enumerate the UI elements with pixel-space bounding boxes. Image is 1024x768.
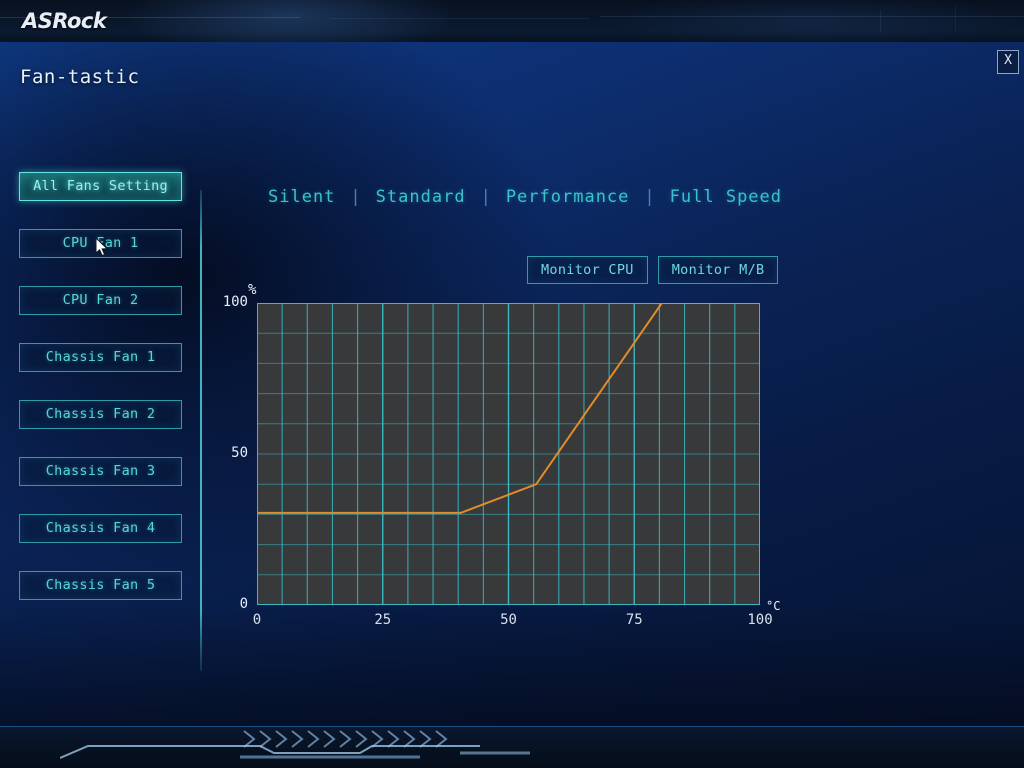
mouse-cursor: [96, 238, 109, 257]
preset-tab-full-speed[interactable]: Full Speed: [664, 187, 788, 207]
chart-gridlines: [257, 303, 760, 605]
banner-glow: [120, 0, 460, 42]
x-tick-label: 0: [252, 612, 262, 628]
accent-line-decoration-icon: [60, 745, 530, 759]
preset-separator: |: [644, 187, 655, 207]
x-tick-label: 75: [625, 612, 643, 628]
preset-tab-standard[interactable]: Standard: [370, 187, 472, 207]
fan-curve-chart[interactable]: [257, 303, 760, 605]
preset-separator: |: [480, 187, 491, 207]
y-axis-unit: %: [248, 282, 257, 298]
monitor-button-group: Monitor CPU Monitor M/B: [527, 256, 779, 284]
x-axis-unit: °C: [766, 599, 781, 613]
y-tick-label: 0: [239, 596, 248, 612]
sidebar-item-chassis-fan-1[interactable]: Chassis Fan 1: [19, 343, 182, 372]
preset-separator: |: [350, 187, 361, 207]
y-tick-label: 100: [222, 294, 248, 310]
monitor-button-cpu[interactable]: Monitor CPU: [527, 256, 648, 284]
bios-screen: ASRock Fan-tastic X All Fans Setting CPU …: [0, 0, 1024, 768]
main-panel: Fan-tastic X All Fans Setting CPU Fan 1 CP…: [0, 42, 1024, 760]
y-tick-label: 50: [231, 445, 248, 461]
x-tick-label: 100: [747, 612, 773, 628]
close-icon[interactable]: X: [997, 50, 1019, 74]
page-title: Fan-tastic: [20, 66, 140, 88]
preset-tabs: Silent | Standard | Performance | Full Speed: [262, 184, 788, 210]
sidebar-item-cpu-fan-2[interactable]: CPU Fan 2: [19, 286, 182, 315]
sidebar-item-chassis-fan-5[interactable]: Chassis Fan 5: [19, 571, 182, 600]
status-bar: English Sat 02/06/2021, 16:39:57: [0, 726, 1024, 768]
x-tick-label: 50: [500, 612, 517, 628]
preset-tab-performance[interactable]: Performance: [500, 187, 636, 207]
top-banner: ASRock: [0, 0, 1024, 42]
sidebar-item-chassis-fan-2[interactable]: Chassis Fan 2: [19, 400, 182, 429]
sidebar-item-all-fans-setting[interactable]: All Fans Setting: [19, 172, 182, 201]
asrock-logo-text: ASRock: [22, 9, 107, 33]
sidebar-item-chassis-fan-4[interactable]: Chassis Fan 4: [19, 514, 182, 543]
asrock-logo: ASRock: [22, 9, 107, 33]
chart-canvas[interactable]: [257, 303, 760, 605]
monitor-button-mb[interactable]: Monitor M/B: [657, 256, 779, 284]
banner-glow-right: [600, 0, 1020, 42]
x-tick-label: 25: [374, 612, 392, 628]
sidebar-item-chassis-fan-3[interactable]: Chassis Fan 3: [19, 457, 182, 486]
preset-tab-silent[interactable]: Silent: [262, 187, 341, 207]
